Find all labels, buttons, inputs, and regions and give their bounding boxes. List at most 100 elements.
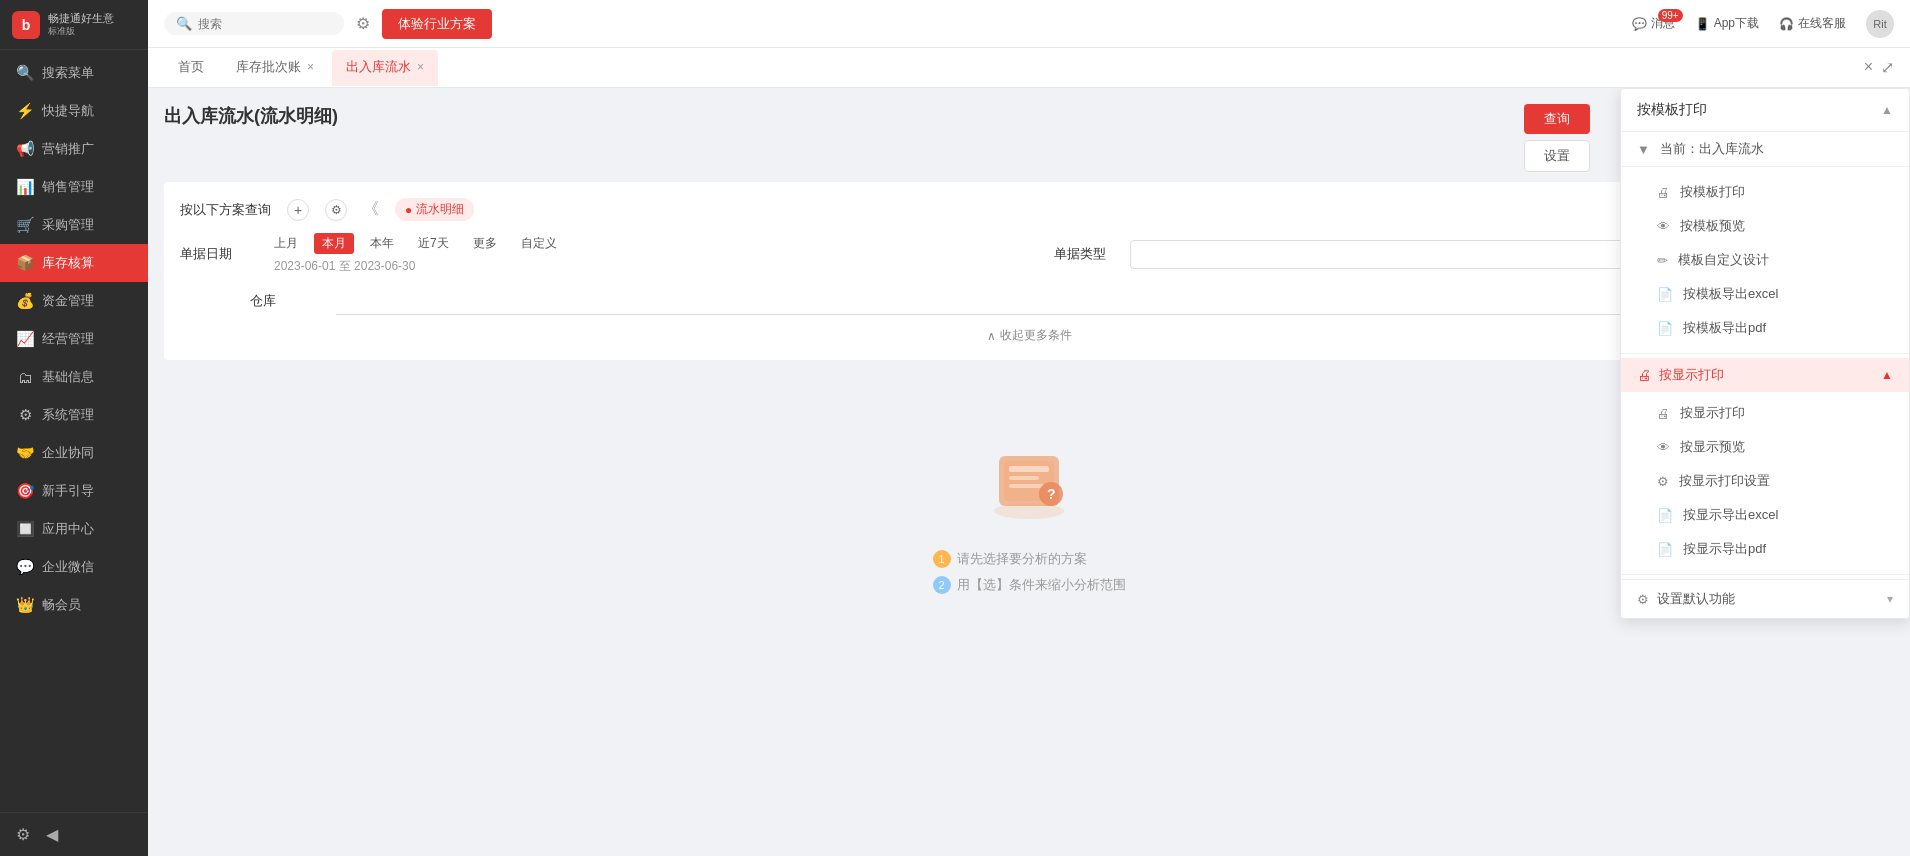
hint-text-1: 请先选择要分析的方案: [957, 546, 1087, 572]
filter-collapse-icon[interactable]: 《: [363, 199, 379, 220]
sidebar-item-basic[interactable]: 🗂 基础信息: [0, 358, 148, 396]
user-avatar[interactable]: Rit: [1866, 10, 1894, 38]
topbar-search-box[interactable]: 🔍: [164, 12, 344, 35]
sidebar-item-label: 企业微信: [42, 558, 94, 576]
folder-icon: 🗂: [16, 369, 34, 386]
sidebar-item-wechat[interactable]: 💬 企业微信: [0, 548, 148, 586]
search-icon: 🔍: [176, 16, 192, 31]
template-section: 🖨 按模板打印 👁 按模板预览 ✏ 模板自定义设计 📄 按模板导出excel 📄: [1621, 171, 1909, 349]
sidebar-item-purchase[interactable]: 🛒 采购管理: [0, 206, 148, 244]
sidebar-item-label: 企业协同: [42, 444, 94, 462]
service-label: 在线客服: [1798, 15, 1846, 32]
display-export-pdf-label: 按显示导出pdf: [1683, 540, 1766, 558]
display-print-item[interactable]: 🖨 按显示打印: [1621, 396, 1909, 430]
cart-icon: 🛒: [16, 216, 34, 234]
sidebar-navigation: 🔍 搜索菜单 ⚡ 快捷导航 📢 营销推广 📊 销售管理 🛒 采购管理 📦 库存核…: [0, 50, 148, 812]
headset-icon: 🎧: [1779, 17, 1794, 31]
display-print-settings-item[interactable]: ⚙ 按显示打印设置: [1621, 464, 1909, 498]
sidebar-item-guide[interactable]: 🎯 新手引导: [0, 472, 148, 510]
tabs-bar: 首页 库存批次账 × 出入库流水 × × ⤢: [148, 48, 1910, 88]
display-export-excel-item[interactable]: 📄 按显示导出excel: [1621, 498, 1909, 532]
pdf-display-icon: 📄: [1657, 542, 1673, 557]
tab-inventory-batch[interactable]: 库存批次账 ×: [222, 50, 328, 86]
trial-button[interactable]: 体验行业方案: [382, 9, 492, 39]
sidebar-item-marketing[interactable]: 📢 营销推广: [0, 130, 148, 168]
lightning-icon: ⚡: [16, 102, 34, 120]
date-btn-7days[interactable]: 近7天: [410, 233, 457, 254]
template-export-pdf-item[interactable]: 📄 按模板导出pdf: [1621, 311, 1909, 345]
topbar-gear-icon[interactable]: ⚙: [356, 14, 370, 33]
dropdown-footer[interactable]: ⚙ 设置默认功能 ▾: [1621, 579, 1909, 618]
tab-home[interactable]: 首页: [164, 50, 218, 86]
display-section-label: 按显示打印: [1659, 366, 1724, 384]
settings-button[interactable]: 设置: [1524, 140, 1590, 172]
sidebar-item-coop[interactable]: 🤝 企业协同: [0, 434, 148, 472]
tab-inventory-batch-label: 库存批次账: [236, 58, 301, 76]
dropdown-chevron-up[interactable]: ▲: [1881, 103, 1893, 117]
tab-inventory-batch-close[interactable]: ×: [307, 60, 314, 74]
date-range-display: 2023-06-01 至 2023-06-30: [274, 258, 1014, 275]
edit-icon: ✏: [1657, 253, 1668, 268]
query-button[interactable]: 查询: [1524, 104, 1590, 134]
date-btn-custom[interactable]: 自定义: [513, 233, 565, 254]
sidebar-item-label: 库存核算: [42, 254, 94, 272]
template-select-icon: ▼: [1637, 142, 1650, 157]
sidebar-item-label: 新手引导: [42, 482, 94, 500]
search-input[interactable]: [198, 17, 318, 31]
sidebar-item-search[interactable]: 🔍 搜索菜单: [0, 54, 148, 92]
display-preview-label: 按显示预览: [1680, 438, 1745, 456]
settings-bottom-icon[interactable]: ⚙: [16, 825, 30, 844]
sidebar-item-inventory[interactable]: 📦 库存核算: [0, 244, 148, 282]
dropdown-footer-chevron[interactable]: ▾: [1887, 592, 1893, 606]
sidebar-item-quick-nav[interactable]: ⚡ 快捷导航: [0, 92, 148, 130]
current-template-item[interactable]: ▼ 当前：出入库流水: [1621, 132, 1909, 167]
sidebar-item-vip[interactable]: 👑 畅会员: [0, 586, 148, 624]
date-btn-this-year[interactable]: 本年: [362, 233, 402, 254]
template-custom-item[interactable]: ✏ 模板自定义设计: [1621, 243, 1909, 277]
display-preview-item[interactable]: 👁 按显示预览: [1621, 430, 1909, 464]
sidebar-item-apps[interactable]: 🔲 应用中心: [0, 510, 148, 548]
sidebar-item-label: 搜索菜单: [42, 64, 94, 82]
display-export-excel-label: 按显示导出excel: [1683, 506, 1778, 524]
template-custom-label: 模板自定义设计: [1678, 251, 1769, 269]
maximize-window-icon[interactable]: ⤢: [1881, 58, 1894, 77]
megaphone-icon: 📢: [16, 140, 34, 158]
close-window-icon[interactable]: ×: [1864, 58, 1873, 77]
app-download-button[interactable]: 📱 App下载: [1695, 15, 1759, 32]
box-icon: 📦: [16, 254, 34, 272]
collapse-button[interactable]: ∧ 收起更多条件: [987, 327, 1072, 344]
gear-icon: ⚙: [16, 406, 34, 424]
dropdown-title: 按模板打印: [1637, 101, 1707, 119]
sidebar-item-label: 系统管理: [42, 406, 94, 424]
sidebar-item-label: 资金管理: [42, 292, 94, 310]
svg-text:?: ?: [1047, 486, 1056, 502]
sidebar-item-sales[interactable]: 📊 销售管理: [0, 168, 148, 206]
tabs-window-controls: × ⤢: [1864, 58, 1894, 77]
online-service-button[interactable]: 🎧 在线客服: [1779, 15, 1846, 32]
template-preview-item[interactable]: 👁 按模板预览: [1621, 209, 1909, 243]
template-export-excel-item[interactable]: 📄 按模板导出excel: [1621, 277, 1909, 311]
date-btn-more[interactable]: 更多: [465, 233, 505, 254]
date-btn-last-month[interactable]: 上月: [266, 233, 306, 254]
display-section-chevron[interactable]: ▲: [1881, 368, 1893, 382]
display-export-pdf-item[interactable]: 📄 按显示导出pdf: [1621, 532, 1909, 566]
type-filter-label: 单据类型: [1054, 245, 1114, 263]
sidebar-item-finance[interactable]: 💰 资金管理: [0, 282, 148, 320]
tab-stock-flow-close[interactable]: ×: [417, 60, 424, 74]
sidebar-item-operation[interactable]: 📈 经营管理: [0, 320, 148, 358]
sidebar-logo: b 畅捷通好生意 标准版: [0, 0, 148, 50]
date-btn-this-month[interactable]: 本月: [314, 233, 354, 254]
tab-stock-flow[interactable]: 出入库流水 ×: [332, 50, 438, 86]
template-print-item[interactable]: 🖨 按模板打印: [1621, 175, 1909, 209]
message-button[interactable]: 💬 消息 99+: [1632, 15, 1675, 32]
logo-icon: b: [12, 11, 40, 39]
filter-settings-button[interactable]: ⚙: [325, 199, 347, 221]
filter-tag[interactable]: ● 流水明细: [395, 198, 474, 221]
query-buttons: 查询 设置: [1524, 104, 1590, 172]
collapse-sidebar-icon[interactable]: ◀: [46, 825, 58, 844]
topbar-right-actions: 💬 消息 99+ 📱 App下载 🎧 在线客服 Rit: [1632, 10, 1894, 38]
date-filter-label: 单据日期: [180, 245, 250, 263]
display-section-header[interactable]: 🖨 按显示打印 ▲: [1621, 358, 1909, 392]
sidebar-item-system[interactable]: ⚙ 系统管理: [0, 396, 148, 434]
filter-add-button[interactable]: +: [287, 199, 309, 221]
